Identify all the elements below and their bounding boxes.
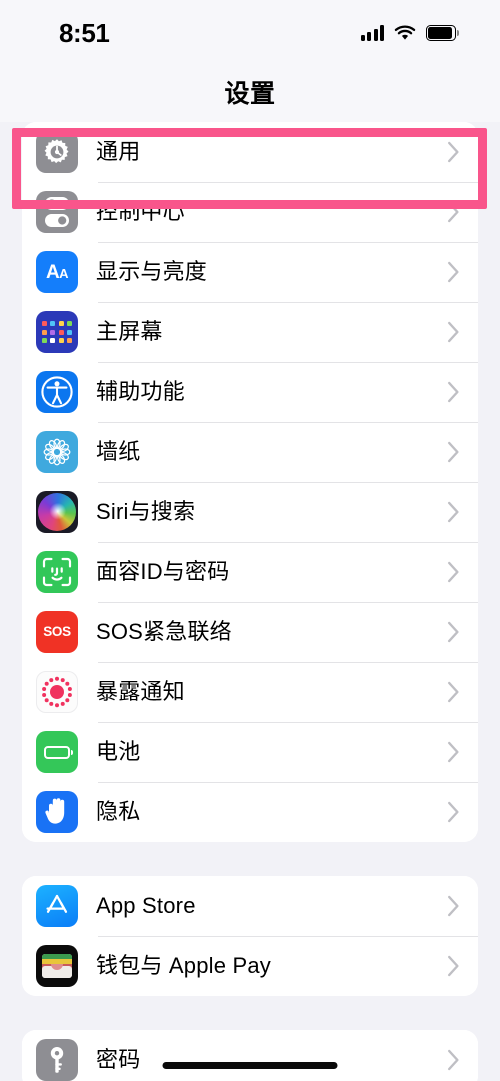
settings-row[interactable]: 通用 [22,122,478,182]
chevron-right-icon [440,561,466,583]
accounts-group: 密码 [22,1030,478,1081]
gear-icon [36,131,78,173]
settings-row-label: 隐私 [96,799,141,824]
siri-icon [36,491,78,533]
settings-row[interactable]: 墙纸 [22,422,478,482]
chevron-right-icon [440,201,466,223]
iphone-settings-screen: 8:51 设置 通用控制中心 AA 显示与亮度主屏幕辅助功能墙纸 Siri与搜索面容I… [0,0,500,1081]
chevron-right-icon [440,1049,466,1071]
home-indicator-bar [162,1062,338,1069]
navigation-bar: 设置 [0,62,500,122]
wallet-card-stack [42,954,72,978]
password-key-icon [36,1039,78,1081]
settings-row-label: 钱包与 Apple Pay [96,953,272,978]
settings-row[interactable]: 隐私 [22,782,478,842]
face-id-icon [36,551,78,593]
chevron-right-icon [440,895,466,917]
status-bar: 8:51 [0,0,500,62]
settings-list[interactable]: 通用 控制中心 AA 显示与亮度 主屏幕 辅助功能 墙纸 Siri与搜索 面容ID与密码 SOS S… [0,122,500,1081]
settings-row-label: 控制中心 [96,199,185,224]
battery-full-icon [426,25,460,41]
system-group: 通用 控制中心 AA 显示与亮度 主屏幕 辅助功能 墙纸 Siri与搜索 面容ID与密码 SOS S… [22,122,478,842]
chevron-right-icon [440,321,466,343]
chevron-right-icon [440,381,466,403]
settings-row[interactable]: 面容ID与密码 [22,542,478,602]
settings-row-label: 电池 [96,739,141,764]
wallpaper-icon [36,431,78,473]
chevron-right-icon [440,621,466,643]
home-screen-dot-grid [42,321,72,343]
settings-row-label: 面容ID与密码 [96,559,230,584]
settings-row-label: 主屏幕 [96,319,163,344]
chevron-right-icon [440,261,466,283]
chevron-right-icon [440,441,466,463]
chevron-right-icon [440,141,466,163]
display-brightness-icon: AA [36,251,78,293]
settings-row[interactable]: 暴露通知 [22,662,478,722]
privacy-hand-icon [36,791,78,833]
settings-row[interactable]: 主屏幕 [22,302,478,362]
settings-row-label: 辅助功能 [96,379,185,404]
settings-row[interactable]: 钱包与 Apple Pay [22,936,478,996]
chevron-right-icon [440,955,466,977]
app-store-icon [36,885,78,927]
settings-row-label: Siri与搜索 [96,499,196,524]
status-bar-time: 8:51 [59,18,110,48]
settings-row[interactable]: 电池 [22,722,478,782]
settings-row[interactable]: App Store [22,876,478,936]
settings-row-label: 通用 [96,139,141,164]
siri-orb [38,493,76,531]
wallet-icon [36,945,78,987]
exposure-dot-ring [40,675,74,709]
control-center-icon [36,191,78,233]
battery-glyph [44,745,73,759]
settings-row[interactable]: SOS SOS紧急联络 [22,602,478,662]
chevron-right-icon [440,681,466,703]
settings-row[interactable]: 密码 [22,1030,478,1081]
settings-row-label: 暴露通知 [96,679,185,704]
settings-row-label: 显示与亮度 [96,259,208,284]
battery-icon [36,731,78,773]
cellular-signal-icon [360,25,384,41]
settings-row[interactable]: 控制中心 [22,182,478,242]
status-bar-indicators [360,22,460,44]
sos-icon: SOS [36,611,78,653]
chevron-right-icon [440,741,466,763]
settings-row[interactable]: Siri与搜索 [22,482,478,542]
chevron-right-icon [440,801,466,823]
settings-row-label: App Store [96,893,196,918]
chevron-right-icon [440,501,466,523]
settings-row[interactable]: AA 显示与亮度 [22,242,478,302]
exposure-notification-icon [36,671,78,713]
settings-row[interactable]: 辅助功能 [22,362,478,422]
settings-row-label: SOS紧急联络 [96,619,232,644]
page-title: 设置 [224,80,276,108]
store-group: App Store 钱包与 Apple Pay [22,876,478,996]
accessibility-icon [36,371,78,413]
home-screen-icon [36,311,78,353]
settings-row-label: 墙纸 [96,439,141,464]
wifi-icon [394,25,416,40]
